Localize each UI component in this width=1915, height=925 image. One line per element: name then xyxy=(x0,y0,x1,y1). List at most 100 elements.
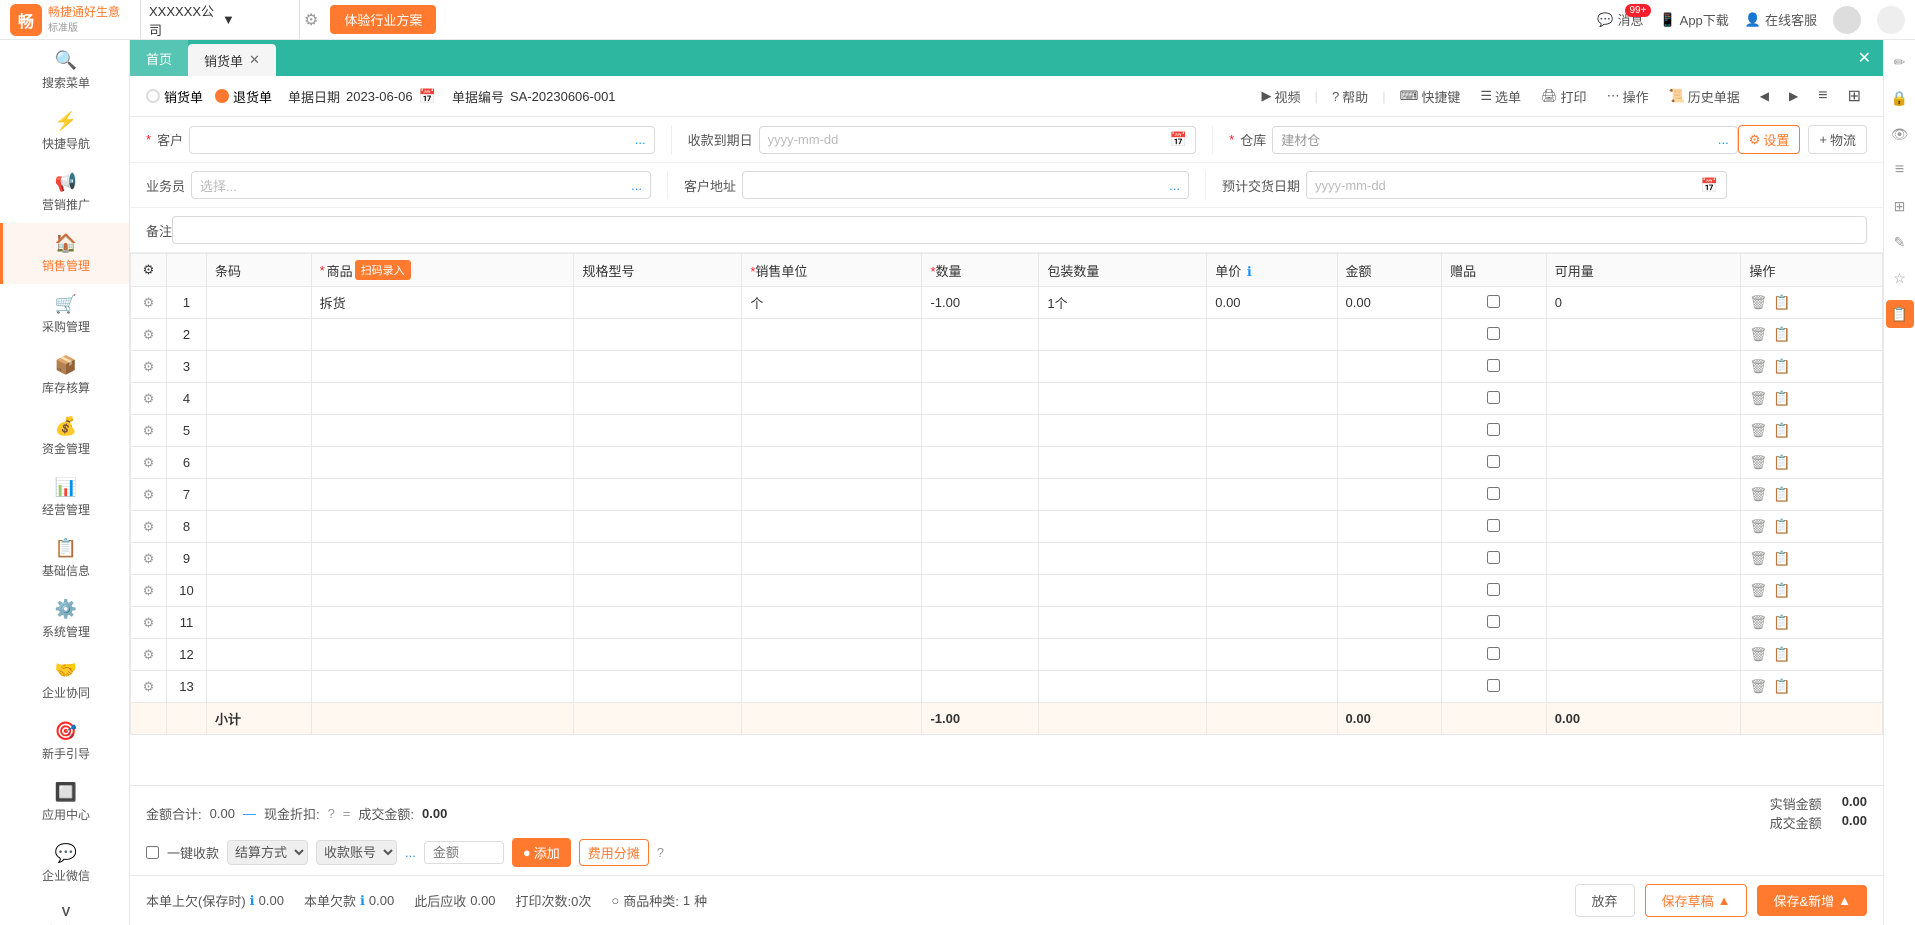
delete-icon-8[interactable]: 🗑 xyxy=(1749,550,1767,567)
cell-product-6[interactable] xyxy=(311,479,574,511)
cell-unit-price-5[interactable] xyxy=(1207,447,1337,479)
radio-sales[interactable]: 销货单 xyxy=(146,87,203,106)
avatar[interactable] xyxy=(1833,6,1861,34)
cell-product-7[interactable] xyxy=(311,511,574,543)
cell-unit-price-6[interactable] xyxy=(1207,479,1337,511)
cell-product-8[interactable] xyxy=(311,543,574,575)
toolbar-shortcut[interactable]: ⌨ 快捷键 xyxy=(1394,85,1467,108)
cell-barcode-2[interactable] xyxy=(207,351,312,383)
copy-icon-2[interactable]: 📋 xyxy=(1773,358,1790,375)
toolbar-grid-view[interactable]: ⊞ xyxy=(1842,84,1867,108)
cell-barcode-8[interactable] xyxy=(207,543,312,575)
cell-barcode-9[interactable] xyxy=(207,575,312,607)
cell-product-3[interactable] xyxy=(311,383,574,415)
cell-unit-price-9[interactable] xyxy=(1207,575,1337,607)
cell-unit-1[interactable] xyxy=(742,319,922,351)
gift-checkbox-2[interactable] xyxy=(1487,359,1500,372)
cell-amount-0[interactable]: 0.00 xyxy=(1337,287,1442,319)
cell-unit-6[interactable] xyxy=(742,479,922,511)
cell-unit-8[interactable] xyxy=(742,543,922,575)
right-icon-pencil[interactable]: ✎ xyxy=(1886,228,1914,256)
cell-pack-qty-1[interactable] xyxy=(1039,319,1207,351)
gift-checkbox-7[interactable] xyxy=(1487,519,1500,532)
delivery-calendar-icon[interactable]: 📅 xyxy=(1701,177,1718,194)
cell-spec-8[interactable] xyxy=(574,543,742,575)
online-service-button[interactable]: 👤 在线客服 xyxy=(1745,10,1817,29)
copy-icon-0[interactable]: 📋 xyxy=(1773,294,1790,311)
cell-gift-7[interactable] xyxy=(1442,511,1547,543)
payment-calendar-icon[interactable]: 📅 xyxy=(1170,131,1187,148)
cell-pack-qty-3[interactable] xyxy=(1039,383,1207,415)
gift-checkbox-11[interactable] xyxy=(1487,647,1500,660)
cell-barcode-10[interactable] xyxy=(207,607,312,639)
cell-quantity-2[interactable] xyxy=(922,351,1039,383)
tab-bar-close-icon[interactable]: ✕ xyxy=(1846,48,1883,68)
cell-product-1[interactable] xyxy=(311,319,574,351)
cell-settings-9[interactable]: ⚙ xyxy=(131,575,167,607)
cell-unit-price-12[interactable] xyxy=(1207,671,1337,703)
toolbar-next[interactable]: ▶ xyxy=(1783,87,1804,105)
cell-quantity-0[interactable]: -1.00 xyxy=(922,287,1039,319)
gift-checkbox-9[interactable] xyxy=(1487,583,1500,596)
cell-settings-2[interactable]: ⚙ xyxy=(131,351,167,383)
gift-checkbox-12[interactable] xyxy=(1487,679,1500,692)
cell-unit-0[interactable]: 个 xyxy=(742,287,922,319)
toolbar-operation[interactable]: ⋯ 操作 xyxy=(1601,85,1655,108)
cell-quantity-8[interactable] xyxy=(922,543,1039,575)
cell-amount-1[interactable] xyxy=(1337,319,1442,351)
product-type-checkbox[interactable]: ○ xyxy=(611,893,619,908)
toolbar-history[interactable]: 📜 历史单据 xyxy=(1663,85,1746,108)
discount-help[interactable]: ? xyxy=(328,806,335,821)
cell-unit-4[interactable] xyxy=(742,415,922,447)
cell-spec-5[interactable] xyxy=(574,447,742,479)
cell-unit-price-7[interactable] xyxy=(1207,511,1337,543)
cell-pack-qty-9[interactable] xyxy=(1039,575,1207,607)
delete-icon-4[interactable]: 🗑 xyxy=(1749,422,1767,439)
right-icon-lock[interactable]: 🔒 xyxy=(1886,84,1914,112)
cell-spec-1[interactable] xyxy=(574,319,742,351)
cell-product-10[interactable] xyxy=(311,607,574,639)
expense-button[interactable]: 费用分摊 xyxy=(579,839,649,866)
gift-checkbox-8[interactable] xyxy=(1487,551,1500,564)
gift-checkbox-0[interactable] xyxy=(1487,295,1500,308)
cell-quantity-12[interactable] xyxy=(922,671,1039,703)
expense-help-icon[interactable]: ? xyxy=(657,845,664,860)
copy-icon-1[interactable]: 📋 xyxy=(1773,326,1790,343)
cell-spec-11[interactable] xyxy=(574,639,742,671)
cell-spec-2[interactable] xyxy=(574,351,742,383)
cell-gift-8[interactable] xyxy=(1442,543,1547,575)
delete-icon-7[interactable]: 🗑 xyxy=(1749,518,1767,535)
cell-barcode-3[interactable] xyxy=(207,383,312,415)
cell-barcode-11[interactable] xyxy=(207,639,312,671)
sidebar-item-member[interactable]: V 畅会员 xyxy=(0,894,129,925)
cell-product-0[interactable]: 拆货 xyxy=(311,287,574,319)
tab-home[interactable]: 首页 xyxy=(130,40,188,76)
sidebar-item-inventory[interactable]: 📦 库存核算 xyxy=(0,345,129,406)
payment-due-input[interactable]: yyyy-mm-dd 📅 xyxy=(759,126,1197,154)
cell-unit-10[interactable] xyxy=(742,607,922,639)
cell-pack-qty-0[interactable]: 1个 xyxy=(1039,287,1207,319)
cell-spec-3[interactable] xyxy=(574,383,742,415)
tab-sales-order[interactable]: 销货单 ✕ xyxy=(188,44,276,76)
sidebar-item-finance[interactable]: 💰 资金管理 xyxy=(0,406,129,467)
order-balance-info[interactable]: ℹ xyxy=(250,893,255,909)
cell-gift-6[interactable] xyxy=(1442,479,1547,511)
cell-unit-price-3[interactable] xyxy=(1207,383,1337,415)
customer-address-input[interactable]: ... xyxy=(742,171,1189,199)
account-select[interactable]: 收款账号 xyxy=(316,840,397,865)
cell-settings-12[interactable]: ⚙ xyxy=(131,671,167,703)
right-icon-list[interactable]: ≡ xyxy=(1886,156,1914,184)
cell-settings-1[interactable]: ⚙ xyxy=(131,319,167,351)
toolbar-select[interactable]: ☰ 选单 xyxy=(1474,85,1527,108)
cell-gift-0[interactable] xyxy=(1442,287,1547,319)
cell-product-11[interactable] xyxy=(311,639,574,671)
unit-price-info-icon[interactable]: ℹ xyxy=(1247,264,1252,279)
right-icon-orange[interactable]: 📋 xyxy=(1886,300,1914,328)
cell-quantity-3[interactable] xyxy=(922,383,1039,415)
cell-product-5[interactable] xyxy=(311,447,574,479)
cell-amount-4[interactable] xyxy=(1337,415,1442,447)
cell-barcode-12[interactable] xyxy=(207,671,312,703)
cell-unit-9[interactable] xyxy=(742,575,922,607)
trial-button[interactable]: 体验行业方案 xyxy=(330,5,436,34)
sidebar-item-enterprise[interactable]: 🤝 企业协同 xyxy=(0,650,129,711)
